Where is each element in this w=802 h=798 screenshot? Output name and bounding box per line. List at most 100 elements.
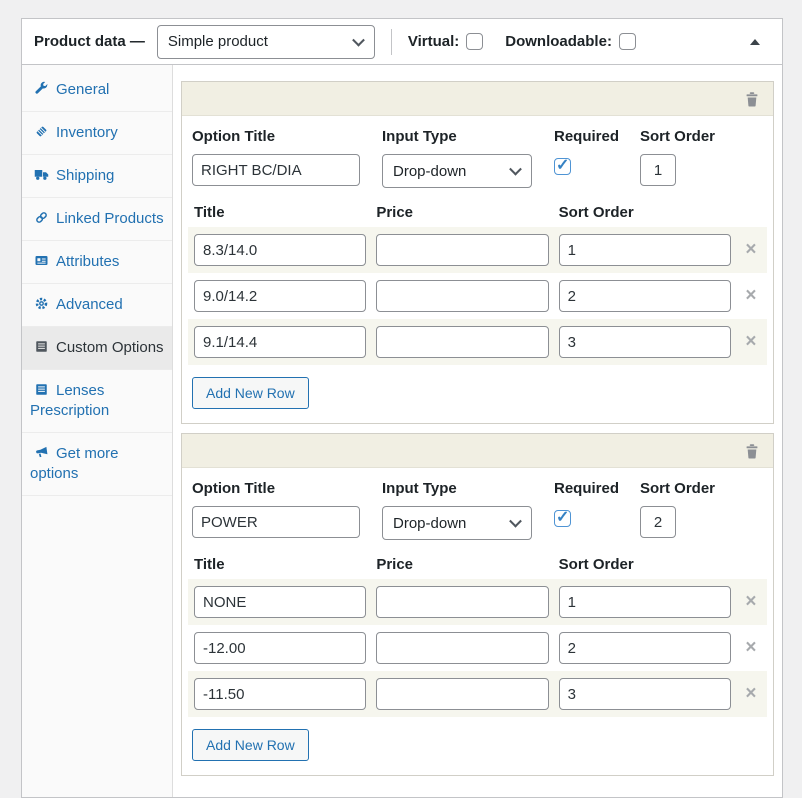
row-price-input[interactable] [376,234,549,266]
option-box-1: Option Title Input Type Drop-down [181,81,774,424]
sidebar-item-get-more-options[interactable]: Get more options [22,433,172,496]
list-icon [34,339,49,354]
sort-order-label: Sort Order [640,480,716,497]
sidebar-item-inventory[interactable]: Inventory [22,112,172,155]
option-title-input[interactable] [192,154,360,186]
row-sort-order-header: Sort Order [558,556,634,573]
virtual-checkbox[interactable] [466,33,484,50]
input-type-label: Input Type [382,480,457,497]
option-value-row: × [188,227,767,273]
remove-row-icon[interactable]: × [741,332,761,352]
required-checkbox[interactable] [554,155,571,175]
row-sort-input[interactable] [558,280,731,312]
row-sort-input[interactable] [558,326,731,358]
sidebar-item-general[interactable]: General [22,69,172,112]
option-title-label: Option Title [192,480,276,497]
delete-option-button[interactable] [743,442,761,460]
row-price-input[interactable] [376,326,549,358]
sidebar-item-label: General [56,81,110,98]
sort-order-label: Sort Order [640,128,716,145]
add-new-row-button[interactable]: Add New Row [192,729,309,761]
option-box-2-toolbar [182,434,773,468]
input-type-select[interactable]: Drop-down [382,154,532,188]
virtual-label: Virtual: [407,33,460,50]
row-price-input[interactable] [376,632,549,664]
row-title-header: Title [194,556,225,573]
option-value-row: × [188,579,767,625]
downloadable-label: Downloadable: [505,33,612,50]
rows-header: Title Price Sort Order [194,204,761,221]
option-sort-order-input[interactable] [640,154,676,186]
collapse-arrow-icon [750,38,760,45]
row-price-input[interactable] [376,678,549,710]
option-sort-order-input[interactable] [640,506,676,538]
sidebar-item-label: Shipping [56,167,115,184]
input-type-select[interactable]: Drop-down [382,506,532,540]
sidebar-item-label: Attributes [56,253,120,270]
list-icon [34,382,49,397]
remove-row-icon[interactable]: × [741,592,761,612]
row-title-input[interactable] [194,326,367,358]
link-icon [34,210,49,225]
rows-header: Title Price Sort Order [194,556,761,573]
sidebar-item-attributes[interactable]: Attributes [22,241,172,284]
option-value-row: × [188,319,767,365]
megaphone-icon [34,445,49,460]
row-sort-input[interactable] [558,632,731,664]
remove-row-icon[interactable]: × [741,286,761,306]
card-icon [34,253,49,268]
sidebar-item-custom-options[interactable]: Custom Options [22,327,172,370]
row-sort-input[interactable] [558,586,731,618]
sidebar-item-label: Linked Products [56,210,164,227]
row-price-input[interactable] [376,586,549,618]
sidebar-item-label: Custom Options [56,339,164,356]
sidebar-item-linked-products[interactable]: Linked Products [22,198,172,241]
sidebar-item-lenses-prescription[interactable]: Lenses Prescription [22,370,172,433]
row-price-header: Price [376,204,414,221]
required-checkbox[interactable] [554,507,571,527]
option-value-row: × [188,671,767,717]
remove-row-icon[interactable]: × [741,684,761,704]
option-title-label: Option Title [192,128,276,145]
header-divider [390,28,392,55]
sidebar-item-label: Advanced [56,296,123,313]
sidebar-item-advanced[interactable]: Advanced [22,284,172,327]
truck-icon [34,167,49,182]
option-title-input[interactable] [192,506,360,538]
remove-row-icon[interactable]: × [741,638,761,658]
virtual-group: Virtual: [407,33,484,50]
option-box-2: Option Title Input Type Drop-down [181,433,774,776]
add-new-row-button[interactable]: Add New Row [192,377,309,409]
row-title-input[interactable] [194,678,367,710]
remove-row-icon[interactable]: × [741,240,761,260]
row-title-input[interactable] [194,234,367,266]
row-price-header: Price [376,556,414,573]
metabox-title: Product data — [34,33,145,50]
option-box-1-toolbar [182,82,773,116]
product-data-metabox: Product data — Simple product Virtual: D… [21,18,783,798]
product-type-select-wrap: Simple product [156,24,375,59]
downloadable-group: Downloadable: [505,33,636,50]
tag-icon [34,124,49,139]
sidebar-item-shipping[interactable]: Shipping [22,155,172,198]
delete-option-button[interactable] [743,90,761,108]
required-label: Required [554,480,620,497]
gear-icon [34,296,49,311]
option-value-row: × [188,625,767,671]
row-sort-input[interactable] [558,234,731,266]
custom-options-panel: Option Title Input Type Drop-down [173,65,782,797]
row-title-input[interactable] [194,280,367,312]
sidebar-item-label: Inventory [56,124,118,141]
row-price-input[interactable] [376,280,549,312]
product-data-header: Product data — Simple product Virtual: D… [22,19,782,65]
option-value-row: × [188,273,767,319]
row-title-input[interactable] [194,586,367,618]
row-title-input[interactable] [194,632,367,664]
row-sort-order-header: Sort Order [558,204,634,221]
product-data-tabs: General Inventory Shipping Linked Produc… [22,65,173,797]
product-type-select[interactable]: Simple product [156,24,375,59]
row-title-header: Title [194,204,225,221]
row-sort-input[interactable] [558,678,731,710]
downloadable-checkbox[interactable] [618,33,636,50]
collapse-panel-button[interactable] [740,27,770,57]
